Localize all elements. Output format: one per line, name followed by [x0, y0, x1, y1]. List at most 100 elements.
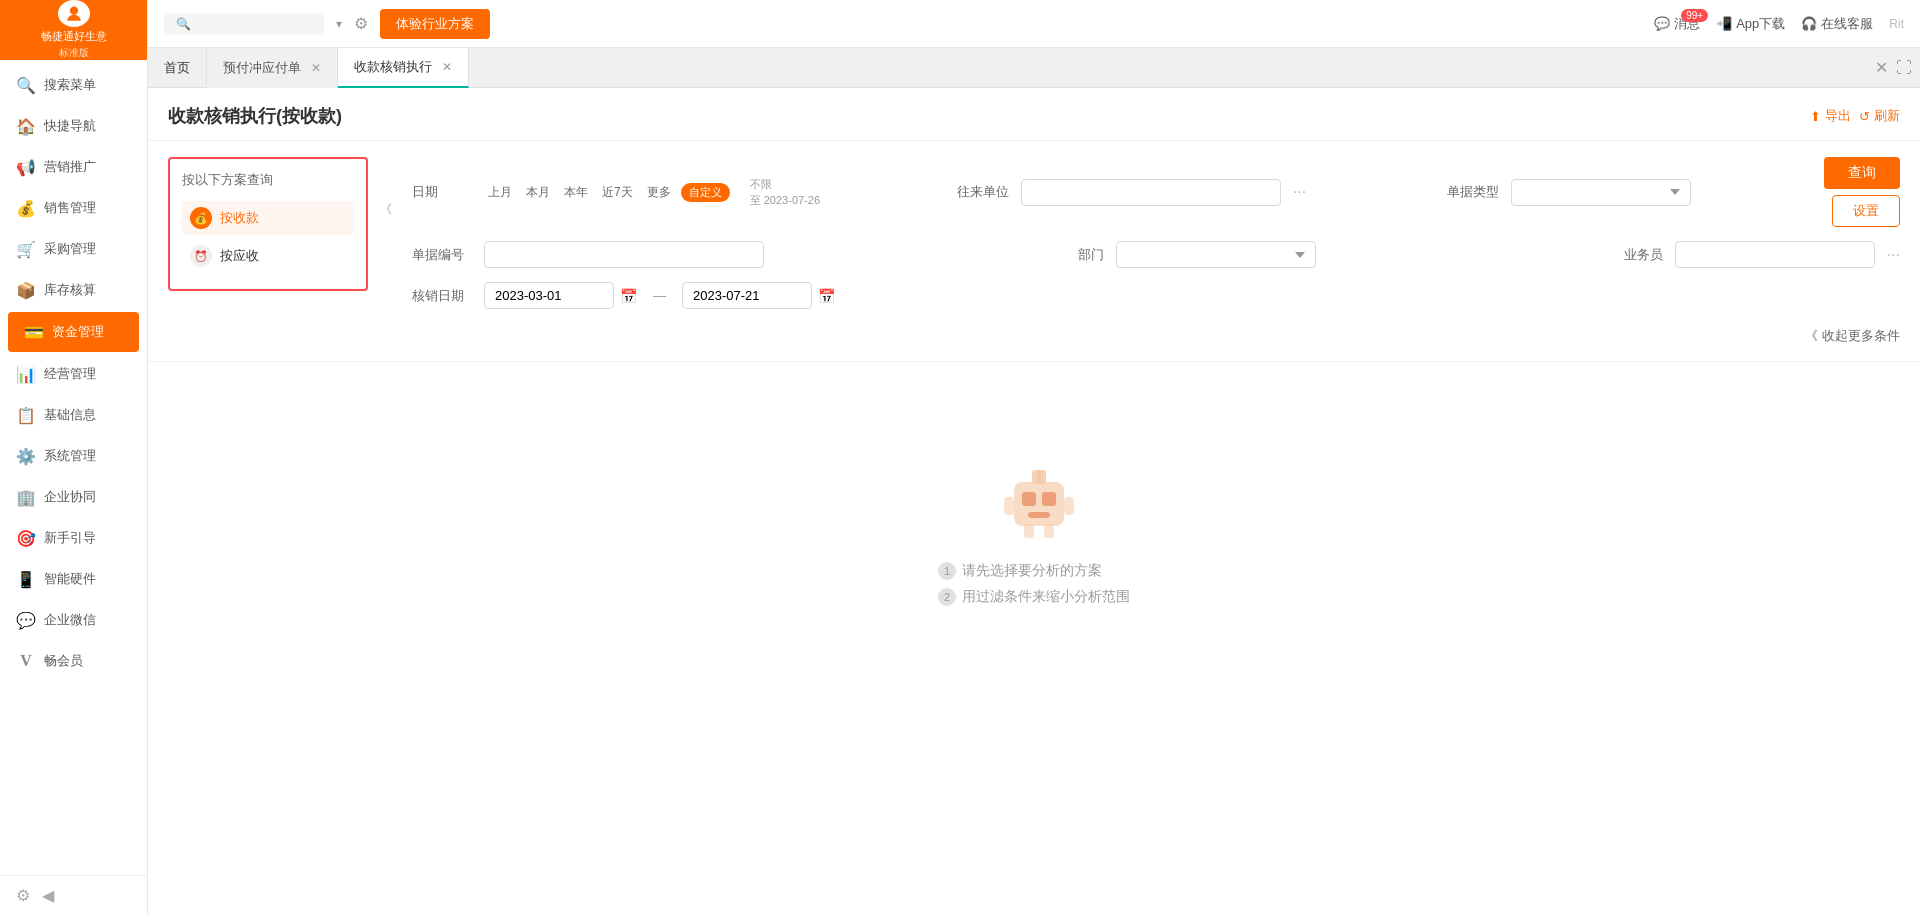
date-custom-badge[interactable]: 自定义 [681, 183, 730, 202]
tab-expand-icon[interactable]: ⛶ [1896, 59, 1912, 77]
logo-text: 畅捷通好生意 [41, 29, 107, 44]
sidebar-item-purchase[interactable]: 🛒 采购管理 [0, 229, 147, 269]
page-title: 收款核销执行(按收款) [168, 104, 342, 128]
main-content: 🔍 ▾ ⚙ 体验行业方案 💬 消息 99+ 📲 App下载 🎧 在线客服 Rit [148, 0, 1920, 915]
refresh-icon: ↺ [1859, 109, 1870, 124]
export-icon: ⬆ [1810, 109, 1821, 124]
message-icon: 💬 [1654, 16, 1670, 31]
date-shortcut-thismonth[interactable]: 本月 [522, 182, 554, 203]
tab-receipt-close-icon[interactable]: ✕ [442, 60, 452, 74]
svg-rect-2 [1022, 492, 1036, 506]
svg-rect-10 [1044, 524, 1054, 538]
basics-icon: 📋 [16, 405, 36, 425]
svg-rect-4 [1028, 512, 1050, 518]
topbar-gear-icon[interactable]: ⚙ [354, 14, 368, 33]
refresh-button[interactable]: ↺ 刷新 [1859, 107, 1900, 125]
page-inner: 收款核销执行(按收款) ⬆ 导出 ↺ 刷新 按以下方案 [148, 88, 1920, 915]
sidebar-item-enterprise[interactable]: 🏢 企业协同 [0, 477, 147, 517]
filter-receipt-label: 按收款 [220, 209, 259, 227]
tabbar: 首页 预付冲应付单 ✕ 收款核销执行 ✕ ✕ ⛶ [148, 48, 1920, 88]
topbar-right: 💬 消息 99+ 📲 App下载 🎧 在线客服 Rit [1654, 15, 1904, 33]
staff-input[interactable] [1675, 241, 1875, 268]
settings-bottom-icon[interactable]: ⚙ [16, 886, 30, 905]
bill-no-label: 单据编号 [412, 246, 472, 264]
sidebar-item-hardware[interactable]: 📱 智能硬件 [0, 559, 147, 599]
sidebar-item-operations[interactable]: 📊 经营管理 [0, 354, 147, 394]
settings-button[interactable]: 设置 [1832, 195, 1900, 227]
counterpart-input[interactable] [1021, 179, 1281, 206]
tab-prepay-close-icon[interactable]: ✕ [311, 61, 321, 75]
sidebar-item-label: 销售管理 [44, 199, 96, 217]
query-form: 日期 上月 本月 本年 近7天 更多 自定义 不限 至 2023-07-26 [412, 157, 1900, 345]
sidebar-item-member[interactable]: V 畅会员 [0, 641, 147, 681]
tab-home[interactable]: 首页 [148, 48, 207, 88]
filter-receipt-icon: 💰 [190, 207, 212, 229]
sidebar-item-label: 企业微信 [44, 611, 96, 629]
verify-date-from-calendar-icon[interactable]: 📅 [620, 288, 637, 304]
search-icon-top: 🔍 [176, 17, 191, 31]
filter-option-receivable[interactable]: ⏰ 按应收 [182, 239, 354, 273]
marketing-icon: 📢 [16, 157, 36, 177]
empty-illustration [984, 442, 1084, 542]
topbar-chevron-icon[interactable]: ▾ [336, 17, 342, 31]
bill-type-select[interactable] [1511, 179, 1691, 206]
sidebar-item-sales[interactable]: 💰 销售管理 [0, 188, 147, 228]
topbar-search[interactable]: 🔍 [164, 13, 324, 35]
user-display[interactable]: Rit [1889, 17, 1904, 31]
tab-close-window-icon[interactable]: ✕ [1875, 58, 1888, 77]
member-icon: V [16, 651, 36, 671]
staff-dots-icon[interactable]: ··· [1887, 246, 1900, 264]
sidebar-item-inventory[interactable]: 📦 库存核算 [0, 270, 147, 310]
date-shortcut-7days[interactable]: 近7天 [598, 182, 637, 203]
logo-icon [58, 0, 90, 27]
empty-num-1: 1 [938, 562, 956, 580]
sidebar-item-basics[interactable]: 📋 基础信息 [0, 395, 147, 435]
collapse-sidebar-icon[interactable]: ◀ [42, 886, 54, 905]
sidebar-item-label: 快捷导航 [44, 117, 96, 135]
message-button[interactable]: 💬 消息 99+ [1654, 15, 1700, 33]
empty-state: 1 请先选择要分析的方案 2 用过滤条件来缩小分析范围 [148, 362, 1920, 666]
query-button[interactable]: 查询 [1824, 157, 1900, 189]
sidebar-item-wechat[interactable]: 💬 企业微信 [0, 600, 147, 640]
filter-option-receipt[interactable]: 💰 按收款 [182, 201, 354, 235]
app-download-button[interactable]: 📲 App下载 [1716, 15, 1785, 33]
verify-date-to-input[interactable] [682, 282, 812, 309]
export-button[interactable]: ⬆ 导出 [1810, 107, 1851, 125]
verify-date-from-wrap: 📅 [484, 282, 637, 309]
svg-point-0 [69, 6, 77, 14]
sidebar-item-system[interactable]: ⚙️ 系统管理 [0, 436, 147, 476]
tab-prepay[interactable]: 预付冲应付单 ✕ [207, 48, 338, 88]
collapse-conditions-button[interactable]: 《 收起更多条件 [1805, 327, 1900, 345]
topbar: 🔍 ▾ ⚙ 体验行业方案 💬 消息 99+ 📲 App下载 🎧 在线客服 Rit [148, 0, 1920, 48]
page: 收款核销执行(按收款) ⬆ 导出 ↺ 刷新 按以下方案 [148, 88, 1920, 915]
collapse-filter-button[interactable]: 《 [376, 197, 396, 222]
bill-no-input[interactable] [484, 241, 764, 268]
sidebar-item-search[interactable]: 🔍 搜索菜单 [0, 65, 147, 105]
message-badge: 99+ [1681, 9, 1708, 22]
system-icon: ⚙️ [16, 446, 36, 466]
sidebar: 畅捷通好生意 标准版 🔍 搜索菜单 🏠 快捷导航 📢 营销推广 💰 销售管理 🛒… [0, 0, 148, 915]
online-service-button[interactable]: 🎧 在线客服 [1801, 15, 1873, 33]
department-select[interactable] [1116, 241, 1316, 268]
svg-rect-7 [1004, 497, 1014, 515]
collapse-conditions-icon: 《 [1805, 327, 1818, 345]
sidebar-nav: 🔍 搜索菜单 🏠 快捷导航 📢 营销推广 💰 销售管理 🛒 采购管理 📦 库存核… [0, 60, 147, 875]
sidebar-item-newbie[interactable]: 🎯 新手引导 [0, 518, 147, 558]
date-shortcut-thisyear[interactable]: 本年 [560, 182, 592, 203]
date-to-text: 至 2023-07-26 [750, 193, 820, 208]
solution-button[interactable]: 体验行业方案 [380, 9, 490, 39]
date-shortcut-lastmonth[interactable]: 上月 [484, 182, 516, 203]
date-shortcut-more[interactable]: 更多 [643, 182, 675, 203]
tab-receipt[interactable]: 收款核销执行 ✕ [338, 48, 469, 88]
sidebar-item-label: 系统管理 [44, 447, 96, 465]
verify-date-to-calendar-icon[interactable]: 📅 [818, 288, 835, 304]
svg-rect-9 [1024, 524, 1034, 538]
page-header-actions: ⬆ 导出 ↺ 刷新 [1810, 107, 1900, 125]
department-label: 部门 [1064, 246, 1104, 264]
sidebar-item-nav[interactable]: 🏠 快捷导航 [0, 106, 147, 146]
sidebar-item-funds[interactable]: 💳 资金管理 [8, 312, 139, 352]
sidebar-item-marketing[interactable]: 📢 营销推广 [0, 147, 147, 187]
counterpart-dots-icon[interactable]: ··· [1293, 183, 1306, 201]
date-unlimited-text: 不限 [750, 177, 820, 192]
verify-date-from-input[interactable] [484, 282, 614, 309]
